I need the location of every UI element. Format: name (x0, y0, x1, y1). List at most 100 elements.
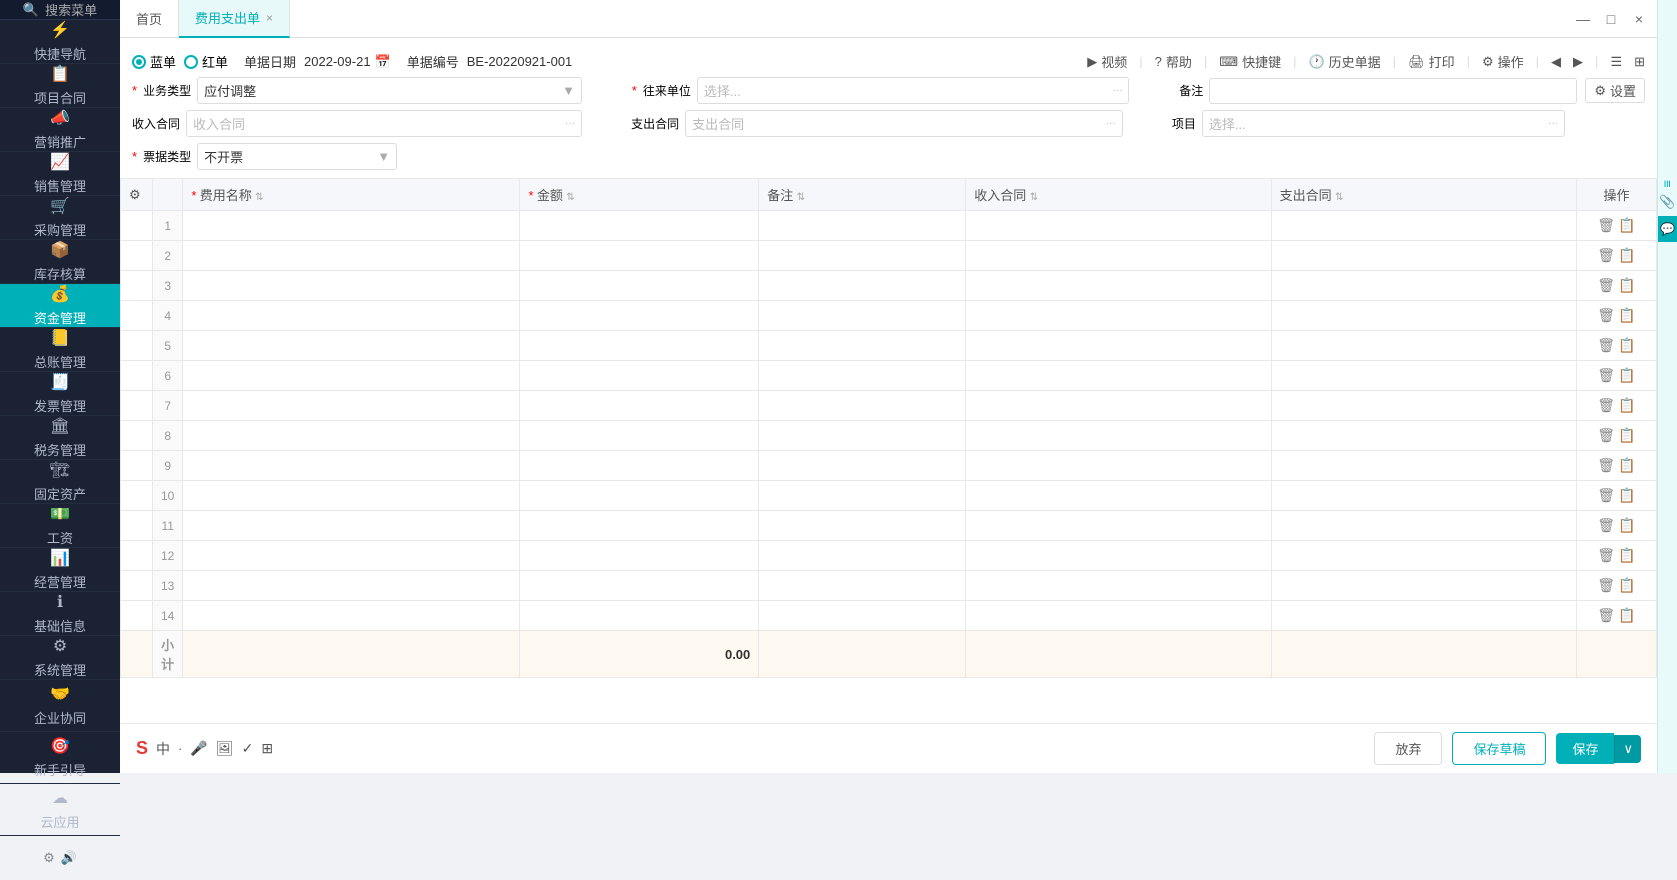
project-input[interactable]: 选择... ··· (1202, 110, 1565, 137)
blue-bill-radio[interactable]: 蓝单 (132, 52, 176, 71)
row-remark-cell[interactable] (759, 301, 966, 331)
row-income-contract-cell[interactable] (966, 511, 1271, 541)
row-expense-name-cell[interactable] (183, 241, 520, 271)
row-amount-cell[interactable] (520, 301, 759, 331)
sidebar-item-ledger[interactable]: 📒 总账管理 (0, 328, 120, 372)
copy-row-icon[interactable]: 📋 (1618, 607, 1635, 623)
row-expense-contract-cell[interactable] (1271, 271, 1576, 301)
col-remark[interactable]: 备注 ⇅ (759, 179, 966, 211)
grid-view-btn[interactable]: ⊞ (1634, 54, 1645, 70)
maximize-button[interactable]: □ (1601, 9, 1621, 29)
row-remark-cell[interactable] (759, 481, 966, 511)
row-expense-name-cell[interactable] (183, 211, 520, 241)
row-income-contract-cell[interactable] (966, 601, 1271, 631)
row-amount-cell[interactable] (520, 361, 759, 391)
sidebar-item-sys[interactable]: ⚙ 系统管理 (0, 636, 120, 680)
row-expense-contract-cell[interactable] (1271, 421, 1576, 451)
row-expense-contract-cell[interactable] (1271, 481, 1576, 511)
sidebar-item-guide[interactable]: 🎯 新手引导 (0, 732, 120, 784)
col-expense-contract[interactable]: 支出合同 ⇅ (1271, 179, 1576, 211)
tab-expense[interactable]: 费用支出单 × (179, 0, 290, 38)
right-edge-list-icon[interactable]: ≡ (1660, 180, 1675, 188)
close-button[interactable]: × (1629, 9, 1649, 29)
prev-btn[interactable]: ◀ (1551, 54, 1561, 70)
row-income-contract-cell[interactable] (966, 271, 1271, 301)
delete-row-icon[interactable]: 🗑 (1597, 367, 1615, 383)
row-expense-name-cell[interactable] (183, 571, 520, 601)
col-amount[interactable]: * 金额 ⇅ (520, 179, 759, 211)
row-expense-name-cell[interactable] (183, 451, 520, 481)
sidebar-search[interactable]: 🔍 搜索菜单 (0, 0, 120, 20)
row-remark-cell[interactable] (759, 541, 966, 571)
row-income-contract-cell[interactable] (966, 541, 1271, 571)
print-btn[interactable]: 🖨 打印 (1408, 52, 1455, 71)
row-remark-cell[interactable] (759, 241, 966, 271)
sidebar-item-sales-mgmt[interactable]: 📈 销售管理 (0, 152, 120, 196)
delete-row-icon[interactable]: 🗑 (1597, 247, 1615, 263)
delete-row-icon[interactable]: 🗑 (1597, 577, 1615, 593)
shortcut-btn[interactable]: ⌨ 快捷键 (1219, 52, 1281, 71)
calendar-icon[interactable]: 📅 (375, 54, 391, 70)
delete-row-icon[interactable]: 🗑 (1597, 337, 1615, 353)
row-remark-cell[interactable] (759, 331, 966, 361)
row-amount-cell[interactable] (520, 511, 759, 541)
row-amount-cell[interactable] (520, 571, 759, 601)
row-remark-cell[interactable] (759, 361, 966, 391)
sidebar-item-cloud[interactable]: ☁ 云应用 (0, 784, 120, 836)
row-remark-cell[interactable] (759, 511, 966, 541)
copy-row-icon[interactable]: 📋 (1618, 517, 1635, 533)
help-btn[interactable]: ? 帮助 (1155, 52, 1192, 71)
copy-row-icon[interactable]: 📋 (1618, 337, 1635, 353)
row-amount-cell[interactable] (520, 331, 759, 361)
grid-icon[interactable]: ⊞ (261, 740, 273, 757)
row-expense-contract-cell[interactable] (1271, 451, 1576, 481)
sidebar-item-project-contract[interactable]: 📋 项目合同 (0, 64, 120, 108)
sidebar-item-capital[interactable]: 💰 资金管理 (0, 284, 120, 328)
delete-row-icon[interactable]: 🗑 (1597, 427, 1615, 443)
copy-row-icon[interactable]: 📋 (1618, 397, 1635, 413)
expense-contract-input[interactable]: 支出合同 ··· (685, 110, 1122, 137)
row-income-contract-cell[interactable] (966, 451, 1271, 481)
row-expense-contract-cell[interactable] (1271, 601, 1576, 631)
row-expense-name-cell[interactable] (183, 391, 520, 421)
row-amount-cell[interactable] (520, 451, 759, 481)
row-expense-name-cell[interactable] (183, 361, 520, 391)
row-expense-name-cell[interactable] (183, 421, 520, 451)
row-income-contract-cell[interactable] (966, 391, 1271, 421)
delete-row-icon[interactable]: 🗑 (1597, 517, 1615, 533)
row-income-contract-cell[interactable] (966, 481, 1271, 511)
row-amount-cell[interactable] (520, 541, 759, 571)
sidebar-item-payroll[interactable]: 💵 工资 (0, 504, 120, 548)
mic-icon[interactable]: 🎤 (190, 740, 207, 757)
delete-row-icon[interactable]: 🗑 (1597, 397, 1615, 413)
row-remark-cell[interactable] (759, 211, 966, 241)
row-amount-cell[interactable] (520, 421, 759, 451)
row-income-contract-cell[interactable] (966, 331, 1271, 361)
sidebar-settings[interactable]: ⚙ 🔊 (0, 836, 120, 880)
row-income-contract-cell[interactable] (966, 211, 1271, 241)
row-amount-cell[interactable] (520, 241, 759, 271)
row-amount-cell[interactable] (520, 601, 759, 631)
row-expense-contract-cell[interactable] (1271, 541, 1576, 571)
tab-close-icon[interactable]: × (266, 11, 273, 25)
tab-home[interactable]: 首页 (120, 0, 179, 38)
image-icon[interactable]: 🖼 (216, 740, 234, 757)
row-expense-name-cell[interactable] (183, 271, 520, 301)
copy-row-icon[interactable]: 📋 (1618, 577, 1635, 593)
row-remark-cell[interactable] (759, 271, 966, 301)
col-settings-header[interactable]: ⚙ (121, 179, 153, 211)
sidebar-item-inventory[interactable]: 📦 库存核算 (0, 240, 120, 284)
row-amount-cell[interactable] (520, 391, 759, 421)
delete-row-icon[interactable]: 🗑 (1597, 277, 1615, 293)
income-contract-input[interactable]: 收入合同 ··· (186, 110, 582, 137)
copy-row-icon[interactable]: 📋 (1618, 217, 1635, 233)
red-bill-radio[interactable]: 红单 (184, 52, 228, 71)
discard-button[interactable]: 放弃 (1374, 732, 1442, 765)
sidebar-item-tax[interactable]: 🏛 税务管理 (0, 416, 120, 460)
row-income-contract-cell[interactable] (966, 241, 1271, 271)
row-remark-cell[interactable] (759, 421, 966, 451)
row-amount-cell[interactable] (520, 271, 759, 301)
row-income-contract-cell[interactable] (966, 361, 1271, 391)
save-arrow-button[interactable]: ∨ (1614, 735, 1641, 763)
delete-row-icon[interactable]: 🗑 (1597, 607, 1615, 623)
